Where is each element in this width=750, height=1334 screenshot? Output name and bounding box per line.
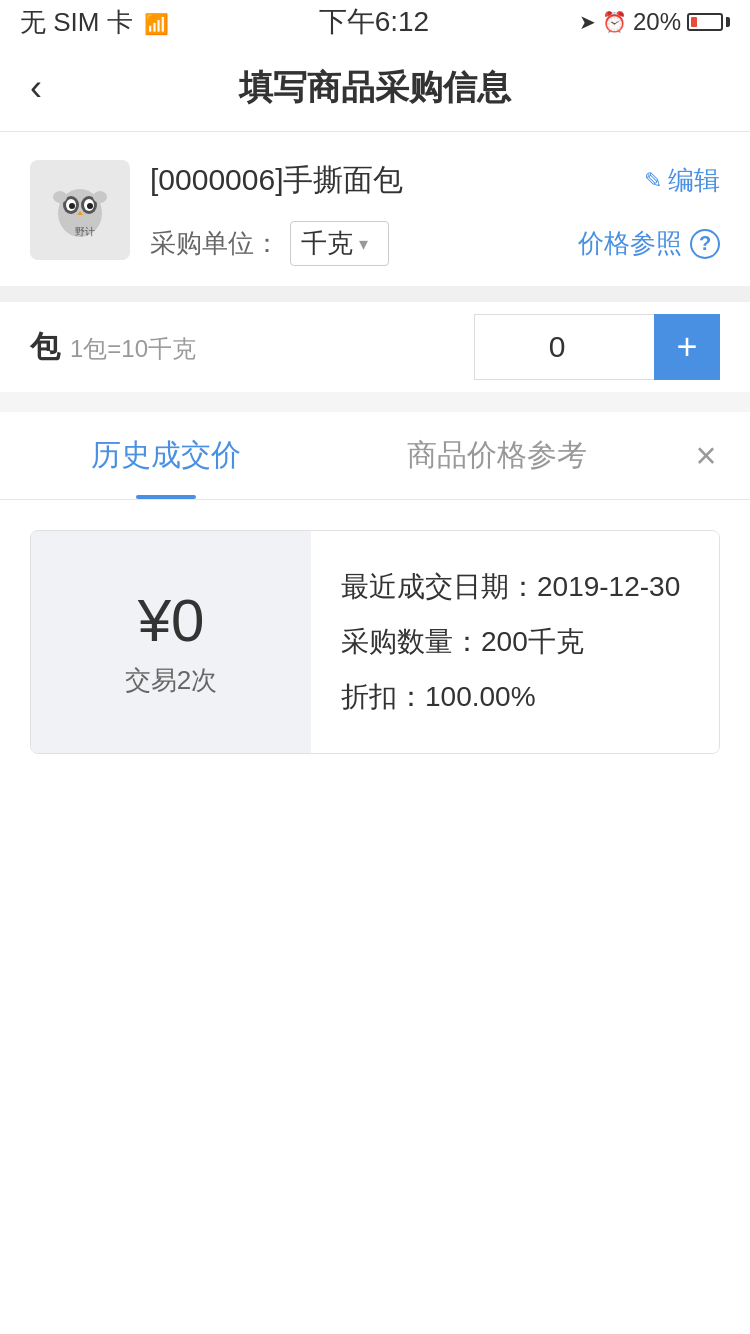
edit-icon: ✎ — [644, 168, 662, 194]
quantity-conversion: 1包=10千克 — [70, 333, 196, 365]
tab-price-reference[interactable]: 商品价格参考 — [331, 412, 662, 499]
back-button[interactable]: ‹ — [20, 57, 52, 119]
price-value: 0 — [171, 587, 204, 654]
section-gap — [0, 392, 750, 412]
battery-icon — [687, 13, 730, 31]
quantity-section: 包 1包=10千克 + — [0, 302, 750, 392]
svg-point-8 — [53, 191, 67, 203]
svg-point-5 — [69, 203, 75, 209]
status-time: 下午6:12 — [319, 3, 430, 41]
price-date-row: 最近成交日期：2019-12-30 — [341, 567, 689, 606]
price-card-right: 最近成交日期：2019-12-30 采购数量：200千克 折扣：100.00% — [311, 531, 719, 753]
navigation-bar: ‹ 填写商品采购信息 — [0, 44, 750, 132]
currency-symbol: ¥ — [138, 587, 171, 654]
quantity-input-group: + — [474, 314, 720, 380]
status-network: 无 SIM 卡 📶 — [20, 5, 169, 40]
unit-label: 采购单位： — [150, 226, 280, 261]
price-qty-row: 采购数量：200千克 — [341, 622, 689, 661]
quantity-label-group: 包 1包=10千克 — [30, 327, 474, 368]
product-logo: 野计 — [45, 175, 115, 245]
product-image: 野计 — [30, 160, 130, 260]
location-icon: ➤ — [579, 10, 596, 34]
section-divider — [0, 286, 750, 302]
transaction-count: 交易2次 — [125, 663, 217, 698]
battery-percent: 20% — [633, 8, 681, 36]
quantity-input[interactable] — [474, 314, 654, 380]
history-price-card: ¥0 交易2次 最近成交日期：2019-12-30 采购数量：200千克 折扣：… — [30, 530, 720, 754]
quantity-plus-button[interactable]: + — [654, 314, 720, 380]
price-card-left: ¥0 交易2次 — [31, 531, 311, 753]
tab-close-button[interactable]: × — [662, 412, 750, 499]
edit-button[interactable]: ✎ 编辑 — [644, 163, 720, 198]
product-info: [0000006]手撕面包 ✎ 编辑 采购单位： 千克 ▾ 价格参照 — [150, 160, 720, 266]
help-icon: ? — [690, 229, 720, 259]
tab-history-price[interactable]: 历史成交价 — [0, 412, 331, 499]
price-reference-button[interactable]: 价格参照 ? — [578, 226, 720, 261]
tab-content: ¥0 交易2次 最近成交日期：2019-12-30 采购数量：200千克 折扣：… — [0, 500, 750, 784]
status-bar: 无 SIM 卡 📶 下午6:12 ➤ ⏰ 20% — [0, 0, 750, 44]
quantity-unit-label: 包 — [30, 327, 60, 368]
tabs-panel: 历史成交价 商品价格参考 × ¥0 交易2次 最近成交日期：2019-12-30 — [0, 412, 750, 784]
chevron-down-icon: ▾ — [359, 233, 368, 255]
tab-active-indicator — [136, 495, 196, 499]
svg-text:野计: 野计 — [75, 226, 95, 237]
product-name: [0000006]手撕面包 — [150, 160, 403, 201]
svg-point-9 — [93, 191, 107, 203]
tabs-header: 历史成交价 商品价格参考 × — [0, 412, 750, 500]
alarm-icon: ⏰ — [602, 10, 627, 34]
price-discount-row: 折扣：100.00% — [341, 677, 689, 716]
page-title: 填写商品采购信息 — [239, 65, 511, 111]
product-section: 野计 [0000006]手撕面包 ✎ 编辑 采购单位： 千克 ▾ — [0, 132, 750, 286]
unit-select[interactable]: 千克 ▾ — [290, 221, 389, 266]
price-amount: ¥0 — [138, 586, 205, 655]
main-content-area — [0, 784, 750, 1334]
status-indicators: ➤ ⏰ 20% — [579, 8, 730, 36]
svg-point-6 — [87, 203, 93, 209]
unit-row-left: 采购单位： 千克 ▾ — [150, 221, 389, 266]
